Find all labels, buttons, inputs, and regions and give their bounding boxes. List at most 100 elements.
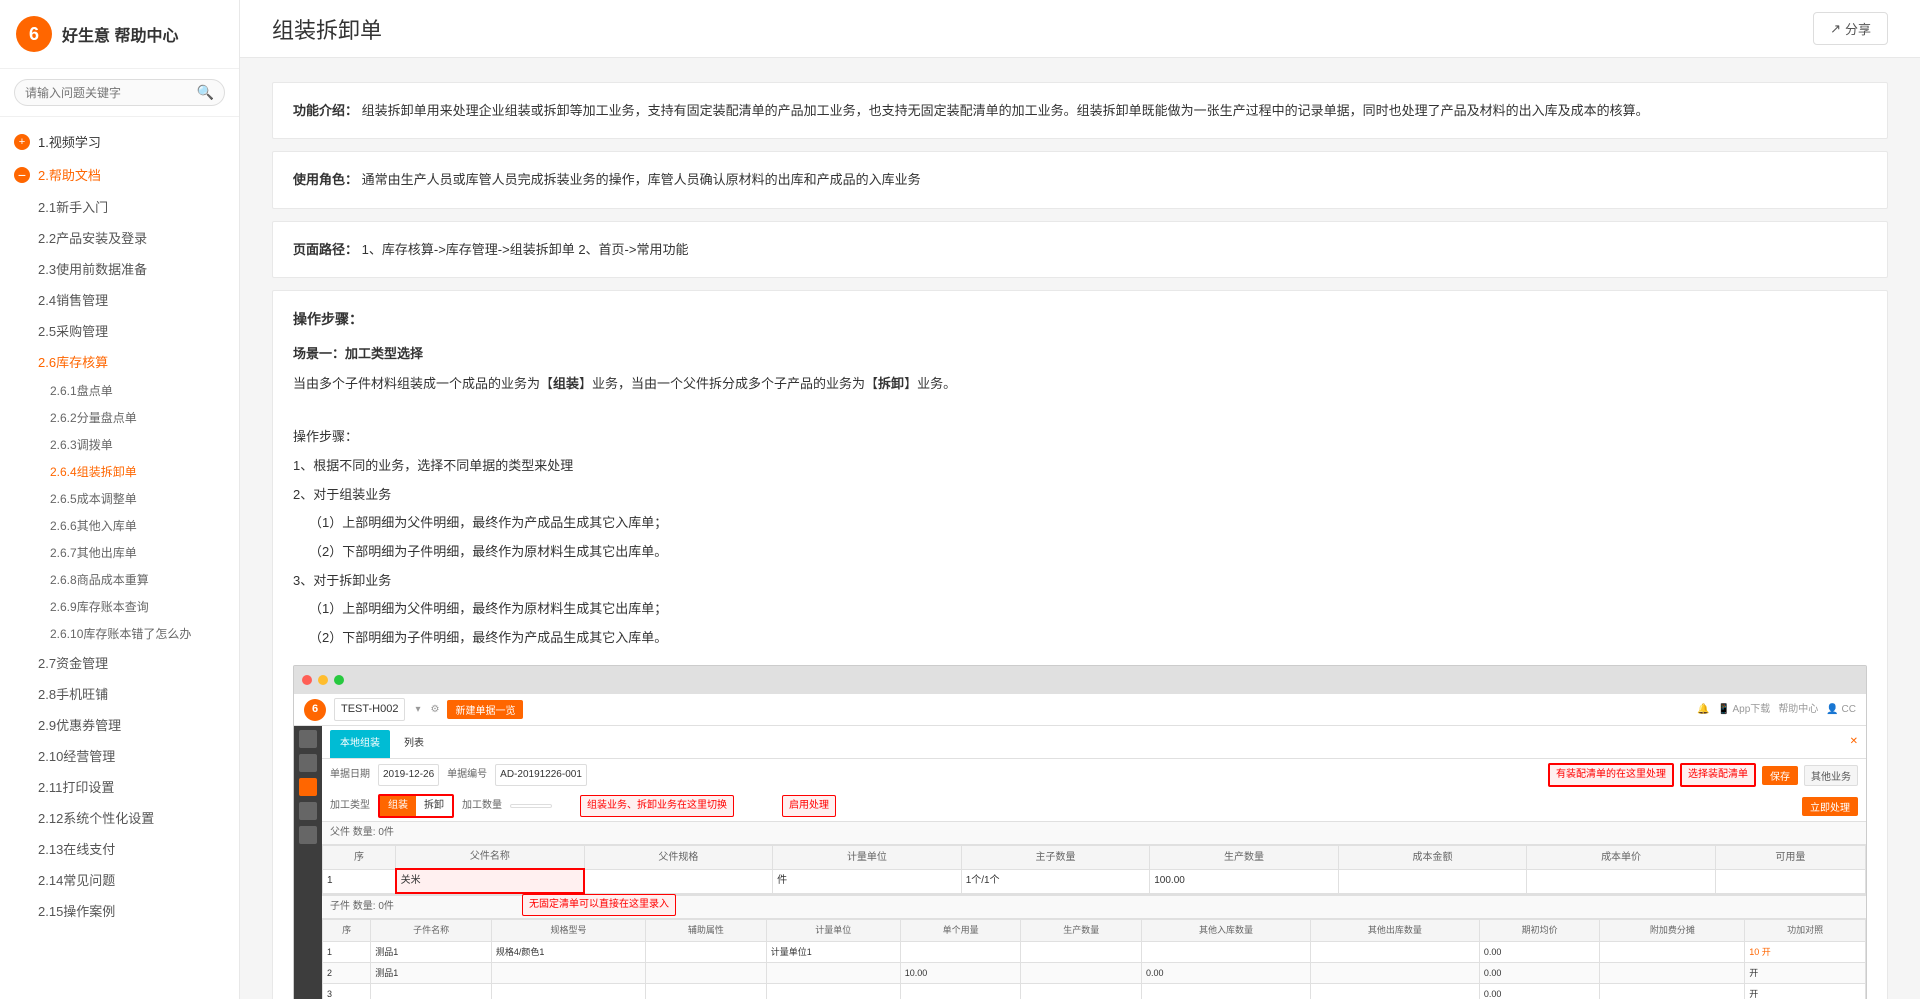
- mock-side-icon2: [299, 754, 317, 772]
- mock-sub-td2-extra: [1600, 962, 1745, 983]
- mock-side-icon5: [299, 826, 317, 844]
- sidebar-item-transfer[interactable]: 2.6.3调拨单: [0, 431, 239, 458]
- sidebar-item-faq[interactable]: 2.14常见问题: [0, 864, 239, 895]
- mock-td-seq: 1: [323, 869, 396, 893]
- mock-field-order-no[interactable]: AD-20191226-001: [495, 764, 587, 786]
- sidebar-item-cases[interactable]: 2.15操作案例: [0, 895, 239, 926]
- sidebar-item-label: 2.帮助文档: [38, 165, 101, 184]
- mock-form-area: 本地组装 列表 ✕ 单据日期 2019-12-26 单据编号 AD-201912…: [322, 726, 1866, 999]
- sidebar-item-other-out[interactable]: 2.6.7其他出库单: [0, 539, 239, 566]
- sidebar-item-newbie[interactable]: 2.1新手入门: [0, 191, 239, 222]
- mock-sub-td2-name: 测品1: [371, 962, 492, 983]
- step3-1: （1）上部明细为父件明细，最终作为原材料生成其它出库单；: [293, 597, 1867, 622]
- sidebar-item-settings[interactable]: 2.12系统个性化设置: [0, 802, 239, 833]
- mock-sub-td1-extra: [1600, 941, 1745, 962]
- role-section: 使用角色： 通常由生产人员或库管人员完成拆装业务的操作，库管人员确认原材料的出库…: [272, 151, 1888, 208]
- mock-tab-local[interactable]: 本地组装: [330, 730, 390, 758]
- sidebar-item-stocktake[interactable]: 2.6.1盘点单: [0, 377, 239, 404]
- mock-user-icon: 👤 CC: [1826, 701, 1856, 719]
- mock-sub-td1-in: [1142, 941, 1311, 962]
- maximize-dot: [334, 675, 344, 685]
- mock-side-icon3-active: [299, 778, 317, 796]
- mock-cancel-btn[interactable]: 其他业务: [1804, 765, 1858, 786]
- mock-sub-th-avg-cost: 期初均价: [1479, 920, 1600, 941]
- logo-area: 6 好生意 帮助中心: [0, 0, 239, 69]
- mock-sub-td1-single: [900, 941, 1021, 962]
- sidebar-item-coupon[interactable]: 2.9优惠券管理: [0, 709, 239, 740]
- sidebar-item-inventory[interactable]: 2.6库存核算: [0, 346, 239, 377]
- mock-type-disassemble[interactable]: 拆卸: [416, 796, 452, 816]
- mock-confirm-btn[interactable]: 立即处理: [1802, 797, 1858, 816]
- annotation-select-bom: 选择装配清单: [1680, 763, 1756, 787]
- mock-tab-list[interactable]: 列表: [394, 730, 434, 758]
- search-input[interactable]: [25, 86, 197, 100]
- annotation-enable: 启用处理: [782, 795, 836, 817]
- mock-td-avail: [1715, 869, 1865, 893]
- search-area: 🔍: [0, 69, 239, 117]
- search-icon[interactable]: 🔍: [197, 84, 214, 101]
- nav-group-video: + 1.视频学习: [0, 125, 239, 158]
- sidebar-item-online-pay[interactable]: 2.13在线支付: [0, 833, 239, 864]
- mock-app-icon: 📱 App下载: [1718, 701, 1770, 719]
- mock-sub-td2-toggle[interactable]: 开: [1745, 962, 1866, 983]
- mock-field-date[interactable]: 2019-12-26: [378, 764, 439, 786]
- scene1-desc: 当由多个子件材料组装成一个成品的业务为【组装】业务，当由一个父件拆分成多个子产品…: [293, 372, 1867, 651]
- mock-type-assemble[interactable]: 组装: [380, 796, 416, 816]
- mock-side-icon1: [299, 730, 317, 748]
- sidebar-item-cost-adjust[interactable]: 2.6.5成本调整单: [0, 485, 239, 512]
- mock-sub-th-toggle: 功加对照: [1745, 920, 1866, 941]
- share-button[interactable]: ↗ 分享: [1813, 12, 1888, 45]
- sidebar-item-print[interactable]: 2.11打印设置: [0, 771, 239, 802]
- mock-sub-td2-seq: 2: [323, 962, 371, 983]
- mock-save-btn[interactable]: 保存: [1762, 766, 1798, 785]
- scene1-desc-text: 当由多个子件材料组装成一个成品的业务为【组装】业务，当由一个父件拆分成多个子产品…: [293, 376, 956, 391]
- expand-icon: +: [14, 134, 30, 150]
- sidebar-item-sales[interactable]: 2.4销售管理: [0, 284, 239, 315]
- mock-sub-th-single-qty: 单个用量: [900, 920, 1021, 941]
- mock-td-parent-spec: [584, 869, 773, 893]
- sidebar-item-inventory-fix[interactable]: 2.6.10库存账本错了怎么办: [0, 620, 239, 647]
- sidebar-item-label: 1.视频学习: [38, 132, 101, 151]
- sidebar-item-partial-stocktake[interactable]: 2.6.2分量盘点单: [0, 404, 239, 431]
- step3: 3、对于拆卸业务: [293, 569, 1867, 594]
- annotation-type-switch: 组装业务、拆卸业务在这里切换: [580, 795, 734, 817]
- mock-sub-td1-unit: 计量单位1: [766, 941, 900, 962]
- mock-form-label-date: 单据日期: [330, 766, 370, 784]
- sidebar-item-other-in[interactable]: 2.6.6其他入库单: [0, 512, 239, 539]
- mock-qty-field[interactable]: [510, 804, 552, 808]
- app-title: 好生意 帮助中心: [62, 22, 178, 46]
- mock-new-btn[interactable]: 新建单据一览: [447, 700, 523, 719]
- sidebar-item-finance[interactable]: 2.7资金管理: [0, 647, 239, 678]
- role-text: 通常由生产人员或库管人员完成拆装业务的操作，库管人员确认原材料的出库和产成品的入…: [362, 172, 921, 187]
- intro-text: 组装拆卸单用来处理企业组装或拆卸等加工业务，支持有固定装配清单的产品加工业务，也…: [362, 103, 1649, 118]
- mock-arrow: ▾: [415, 701, 420, 719]
- sidebar-item-video[interactable]: + 1.视频学习: [0, 125, 239, 158]
- sidebar-item-inventory-query[interactable]: 2.6.9库存账本查询: [0, 593, 239, 620]
- mock-close-icon[interactable]: ✕: [1850, 733, 1858, 751]
- sidebar-item-cost-recalc[interactable]: 2.6.8商品成本重算: [0, 566, 239, 593]
- sidebar-item-assembly[interactable]: 2.6.4组装拆卸单: [0, 458, 239, 485]
- screenshot-container: 6 TEST-H002 ▾ ⚙ 新建单据一览 🔔 📱 App下载 帮助中心 👤 …: [293, 665, 1867, 999]
- sidebar-item-mobile[interactable]: 2.8手机旺铺: [0, 678, 239, 709]
- mock-td-prod-qty: 100.00: [1150, 869, 1339, 893]
- mock-form-label-type: 加工类型: [330, 797, 370, 815]
- mock-sub-table: 序 子件名称 规格型号 辅助属性 计量单位 单个用量 生产数量 其他入库数量 其: [322, 919, 1866, 999]
- mock-settings-icon: ⚙: [431, 701, 440, 719]
- sidebar-item-operations[interactable]: 2.10经营管理: [0, 740, 239, 771]
- mock-sub-td2-attr: [646, 962, 767, 983]
- sidebar-item-install[interactable]: 2.2产品安装及登录: [0, 222, 239, 253]
- ops-section: 操作步骤： 场景一：加工类型选择 当由多个子件材料组装成一个成品的业务为【组装】…: [272, 290, 1888, 999]
- mock-tabs: 本地组装 列表 ✕: [322, 726, 1866, 759]
- mock-sub-td2-unit: [766, 962, 900, 983]
- screenshot-titlebar: [294, 666, 1866, 694]
- sidebar-item-purchase[interactable]: 2.5采购管理: [0, 315, 239, 346]
- close-dot: [302, 675, 312, 685]
- mock-sub-td1-toggle[interactable]: 10 开: [1745, 941, 1866, 962]
- mock-td-parent-name: 关米: [396, 869, 585, 893]
- sidebar-item-data-prep[interactable]: 2.3使用前数据准备: [0, 253, 239, 284]
- mock-sub-th-seq: 序: [323, 920, 371, 941]
- mock-type-switcher: 组装 拆卸: [378, 794, 454, 818]
- sidebar-item-docs[interactable]: − 2.帮助文档: [0, 158, 239, 191]
- share-icon: ↗: [1830, 21, 1841, 37]
- step2-1: （1）上部明细为父件明细，最终作为产成品生成其它入库单；: [293, 511, 1867, 536]
